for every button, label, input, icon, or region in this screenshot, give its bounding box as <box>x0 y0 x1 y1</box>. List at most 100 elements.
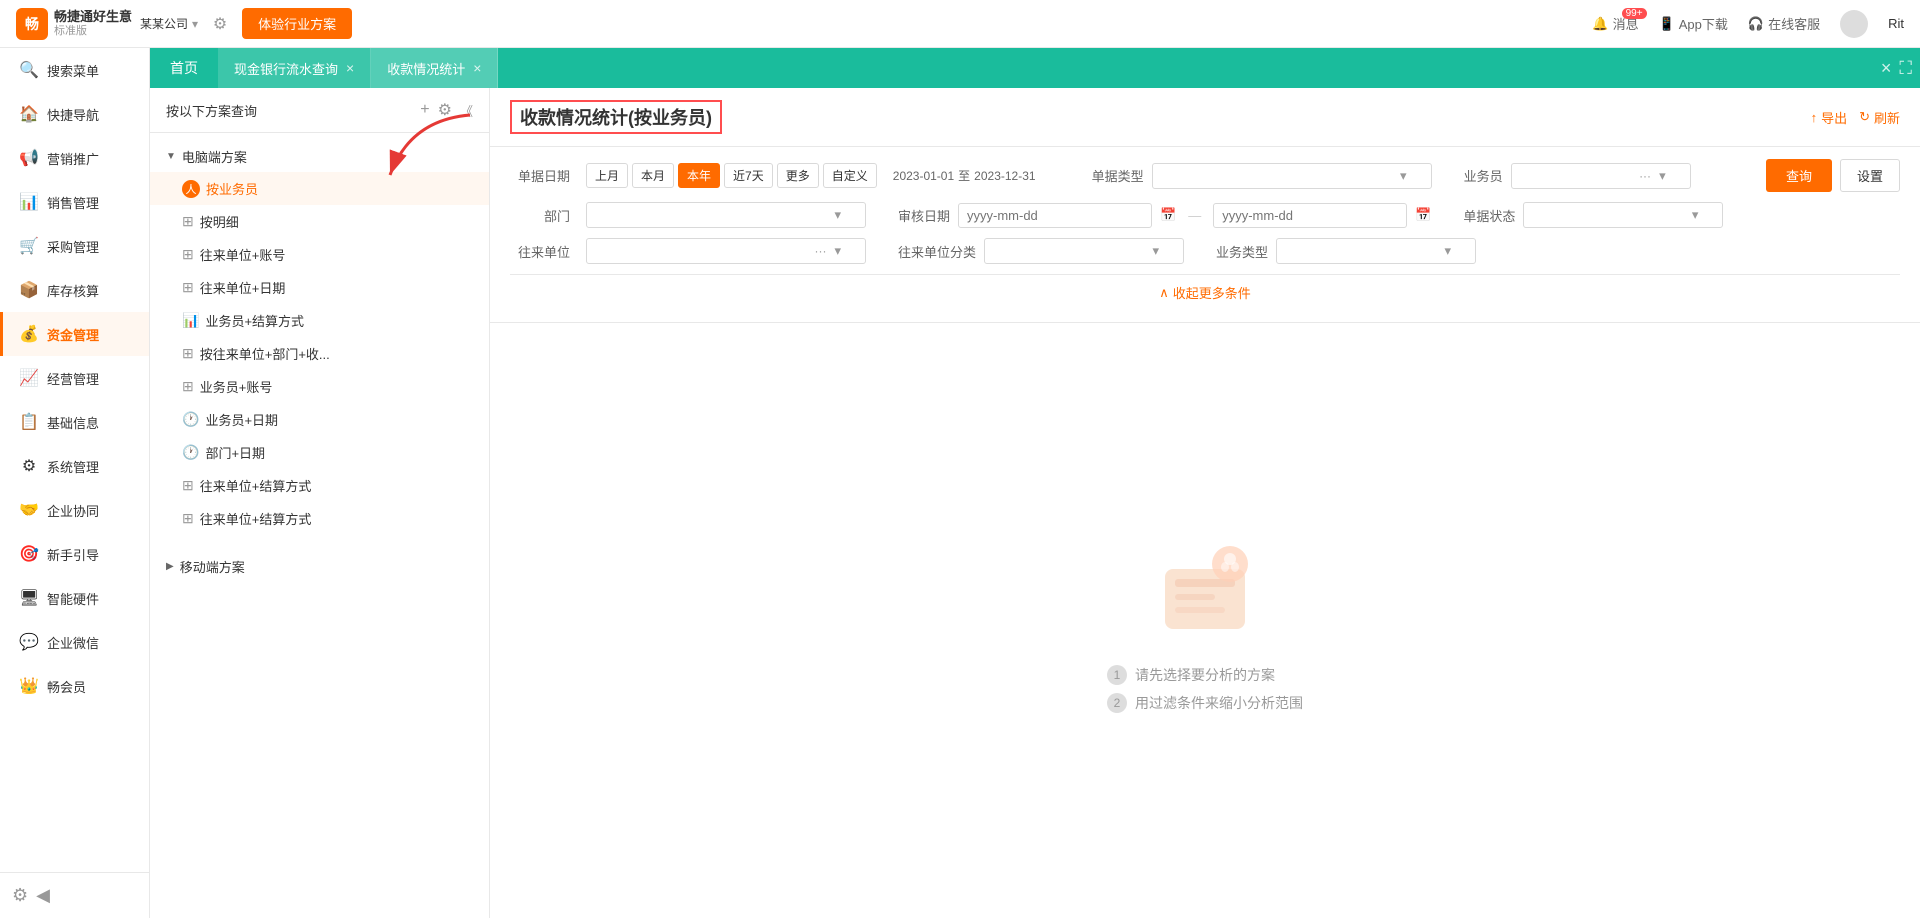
partner-category-label: 往来单位分类 <box>898 242 976 261</box>
review-date-start[interactable] <box>958 203 1152 228</box>
sidebar-item-basic-info[interactable]: 📋 基础信息 <box>0 400 149 444</box>
tab-bar-right: × ⛶ <box>1881 58 1920 79</box>
sidebar-item-search[interactable]: 🔍 搜索菜单 <box>0 48 149 92</box>
page-title-bar: 收款情况统计(按业务员) ↑ 导出 ↻ 刷新 <box>490 88 1920 147</box>
trial-button[interactable]: 体验行业方案 <box>242 8 352 39</box>
edition-label: 标准版 <box>54 25 132 38</box>
empty-step-1: 1 请先选择要分析的方案 <box>1107 665 1303 685</box>
voucher-type-select[interactable]: ▾ <box>1152 163 1432 189</box>
scheme-salesperson-date[interactable]: 🕐 业务员+日期 <box>150 403 489 436</box>
sidebar-item-guide[interactable]: 🎯 新手引导 <box>0 532 149 576</box>
header-right: 🔔 消息 99+ 📱 App下载 🎧 在线客服 Rit <box>1592 10 1904 38</box>
operations-icon: 📈 <box>19 368 39 388</box>
add-scheme-button[interactable]: + <box>420 101 429 119</box>
guide-icon: 🎯 <box>19 544 39 564</box>
scheme-label-partner-settle2: 往来单位+结算方式 <box>200 509 312 528</box>
sidebar-label-sales: 销售管理 <box>47 193 99 212</box>
scheme-partner-settlement2[interactable]: ⊞ 往来单位+结算方式 <box>150 502 489 535</box>
tab-window-close-button[interactable]: × <box>1881 58 1892 79</box>
review-date-end[interactable] <box>1213 203 1407 228</box>
calendar-icon[interactable]: 📅 <box>1415 207 1431 223</box>
sidebar-item-member[interactable]: 👑 畅会员 <box>0 664 149 708</box>
logo-icon: 畅 <box>16 8 48 40</box>
empty-step-2: 2 用过滤条件来缩小分析范围 <box>1107 693 1303 713</box>
biz-type-select[interactable]: ▾ <box>1276 238 1476 264</box>
online-service-button[interactable]: 🎧 在线客服 <box>1748 14 1820 33</box>
sidebar-item-sales[interactable]: 📊 销售管理 <box>0 180 149 224</box>
partner-category-select[interactable]: ▾ <box>984 238 1184 264</box>
step-num-2: 2 <box>1107 693 1127 713</box>
tab-maximize-button[interactable]: ⛶ <box>1899 58 1912 79</box>
mobile-group-header[interactable]: ▶ 移动端方案 <box>150 551 489 582</box>
header-left: 畅 畅捷通好生意 标准版 某某公司 ▾ ⚙ 体验行业方案 <box>16 8 352 40</box>
sidebar-label-guide: 新手引导 <box>47 545 99 564</box>
refresh-button[interactable]: ↻ 刷新 <box>1859 108 1900 127</box>
scheme-partner-date[interactable]: ⊞ 往来单位+日期 <box>150 271 489 304</box>
partner-arrow: ▾ <box>834 243 841 259</box>
scheme-label-partner-dept: 按往来单位+部门+收... <box>200 344 330 363</box>
mobile-group-label: 移动端方案 <box>180 557 245 576</box>
salesperson-select[interactable]: ··· ▾ <box>1511 163 1691 189</box>
scheme-by-salesperson[interactable]: 人 按业务员 <box>150 172 489 205</box>
sidebar-item-enterprise[interactable]: 🤝 企业协同 <box>0 488 149 532</box>
sidebar-collapse-button[interactable]: ◀ <box>36 885 50 906</box>
scheme-partner-dept[interactable]: ⊞ 按往来单位+部门+收... <box>150 337 489 370</box>
app-download-button[interactable]: 📱 App下载 <box>1659 14 1728 33</box>
filter-row-3: 往来单位 ··· ▾ 往来单位分类 ▾ <box>510 238 1900 264</box>
date-range-display: 2023-01-01 至 2023-12-31 <box>893 167 1036 184</box>
partner-select[interactable]: ··· ▾ <box>586 238 866 264</box>
scheme-salesperson-account[interactable]: ⊞ 业务员+账号 <box>150 370 489 403</box>
date-btn-this-year[interactable]: 本年 <box>678 163 720 188</box>
date-btn-custom[interactable]: 自定义 <box>823 163 877 188</box>
headset-icon: 🎧 <box>1748 16 1764 32</box>
settings-button[interactable]: 设置 <box>1840 159 1900 192</box>
sidebar-item-weixin[interactable]: 💬 企业微信 <box>0 620 149 664</box>
scheme-label-partner-date: 往来单位+日期 <box>200 278 286 297</box>
doc-status-arrow: ▾ <box>1692 207 1699 223</box>
date-btn-7days[interactable]: 近7天 <box>724 163 773 188</box>
voucher-type-filter: 单据类型 ▾ <box>1092 163 1432 189</box>
notification-button[interactable]: 🔔 消息 99+ <box>1592 14 1638 33</box>
sidebar-item-quicknav[interactable]: 🏠 快捷导航 <box>0 92 149 136</box>
scheme-dept-date[interactable]: 🕐 部门+日期 <box>150 436 489 469</box>
sidebar-item-finance[interactable]: 💰 资金管理 <box>0 312 149 356</box>
date-btn-more[interactable]: 更多 <box>777 163 819 188</box>
dept-select[interactable]: ▾ <box>586 202 866 228</box>
desktop-group-header[interactable]: ▼ 电脑端方案 <box>150 141 489 172</box>
date-range-end: 2023-12-31 <box>974 169 1035 183</box>
sidebar-settings-button[interactable]: ⚙ <box>12 885 28 906</box>
tab-collections[interactable]: 收款情况统计 × <box>371 48 498 88</box>
sidebar-item-marketing[interactable]: 📢 营销推广 <box>0 136 149 180</box>
sidebar-label-finance: 资金管理 <box>47 325 99 344</box>
breadcrumb: 某某公司 ▾ <box>140 15 198 32</box>
partner-category-arrow: ▾ <box>1152 243 1159 259</box>
date-btn-this-month[interactable]: 本月 <box>632 163 674 188</box>
scheme-partner-account[interactable]: ⊞ 往来单位+账号 <box>150 238 489 271</box>
member-icon: 👑 <box>19 676 39 696</box>
export-button[interactable]: ↑ 导出 <box>1811 108 1848 127</box>
left-panel-header: 按以下方案查询 + ⚙ 《 <box>150 88 489 133</box>
tab-close-bank-flow[interactable]: × <box>346 60 354 76</box>
tab-bank-flow[interactable]: 现金银行流水查询 × <box>218 48 371 88</box>
sidebar-item-operations[interactable]: 📈 经营管理 <box>0 356 149 400</box>
sidebar-item-purchase[interactable]: 🛒 采购管理 <box>0 224 149 268</box>
filter-row-1: 单据日期 上月 本月 本年 近7天 更多 自定义 2023-01-01 至 <box>510 159 1900 192</box>
scheme-partner-settlement1[interactable]: ⊞ 往来单位+结算方式 <box>150 469 489 502</box>
scheme-settings-button[interactable]: ⚙ <box>438 100 452 120</box>
collapse-more-button[interactable]: ∧ 收起更多条件 <box>510 274 1900 310</box>
notification-badge: 99+ <box>1622 8 1647 19</box>
query-button[interactable]: 查询 <box>1766 159 1832 192</box>
sidebar-item-system[interactable]: ⚙ 系统管理 <box>0 444 149 488</box>
sidebar-item-inventory[interactable]: 📦 库存核算 <box>0 268 149 312</box>
scheme-label-dept-date: 部门+日期 <box>205 443 265 462</box>
tab-close-collections[interactable]: × <box>473 60 481 76</box>
avatar[interactable] <box>1840 10 1868 38</box>
collapse-panel-button[interactable]: 《 <box>460 101 473 120</box>
settings-gear-button[interactable]: ⚙ <box>206 10 234 38</box>
date-btn-last-month[interactable]: 上月 <box>586 163 628 188</box>
tab-home[interactable]: 首页 <box>150 48 218 88</box>
doc-status-select[interactable]: ▾ <box>1523 202 1723 228</box>
scheme-by-detail[interactable]: ⊞ 按明细 <box>150 205 489 238</box>
scheme-salesperson-settlement[interactable]: 📊 业务员+结算方式 <box>150 304 489 337</box>
sidebar-item-hardware[interactable]: 🖥 智能硬件 <box>0 576 149 620</box>
